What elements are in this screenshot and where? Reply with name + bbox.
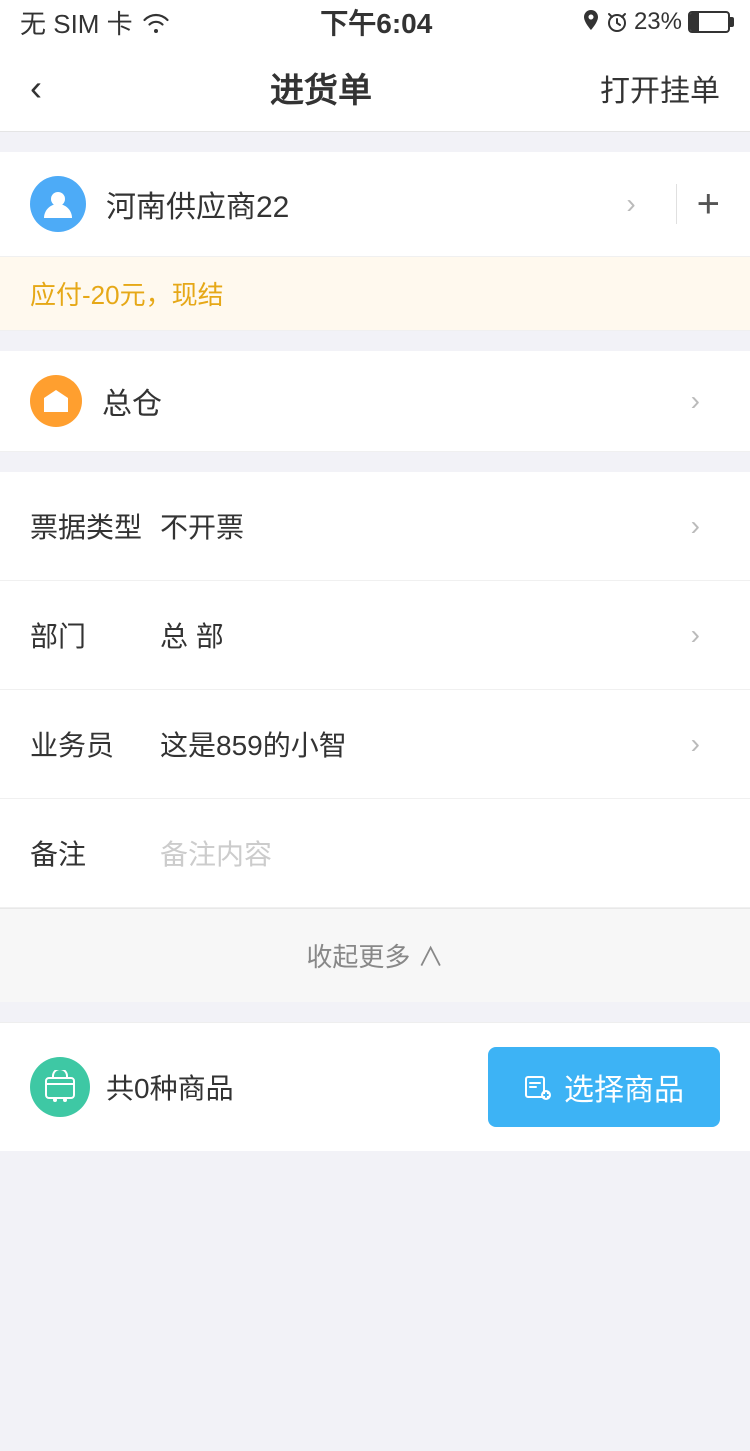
- supplier-section: 河南供应商22 › + 应付-20元，现结: [0, 152, 750, 331]
- supplier-avatar: [30, 176, 86, 232]
- status-right: 23%: [582, 8, 730, 36]
- person-icon: [40, 186, 76, 222]
- salesman-label: 业务员: [30, 724, 160, 764]
- carrier-label: 无 SIM 卡: [20, 4, 133, 41]
- back-button[interactable]: ‹: [30, 67, 42, 109]
- battery-percent: 23%: [634, 8, 682, 36]
- status-left: 无 SIM 卡: [20, 4, 171, 41]
- page-title: 进货单: [270, 63, 372, 112]
- invoice-type-row[interactable]: 票据类型 不开票 ›: [0, 472, 750, 581]
- cart-icon: [43, 1070, 77, 1104]
- invoice-type-label: 票据类型: [30, 506, 160, 546]
- warehouse-row[interactable]: 总仓 ›: [0, 351, 750, 452]
- salesman-chevron-icon: ›: [691, 728, 700, 760]
- remark-row[interactable]: 备注 备注内容: [0, 799, 750, 908]
- goods-info: 共0种商品: [30, 1057, 234, 1117]
- department-chevron-icon: ›: [691, 619, 700, 651]
- notice-banner: 应付-20元，现结: [0, 257, 750, 331]
- goods-count: 共0种商品: [106, 1067, 234, 1107]
- salesman-row[interactable]: 业务员 这是859的小智 ›: [0, 690, 750, 799]
- department-row[interactable]: 部门 总 部 ›: [0, 581, 750, 690]
- gap-1: [0, 331, 750, 351]
- remark-label: 备注: [30, 833, 160, 873]
- nav-bar: ‹ 进货单 打开挂单: [0, 44, 750, 132]
- bottom-bar: 共0种商品 选择商品: [0, 1022, 750, 1151]
- salesman-value: 这是859的小智: [160, 724, 691, 764]
- invoice-type-value: 不开票: [160, 506, 691, 546]
- battery-icon: [688, 11, 730, 33]
- warehouse-icon: [41, 386, 71, 416]
- status-bar: 无 SIM 卡 下午6:04 23%: [0, 0, 750, 44]
- select-goods-icon: [524, 1073, 552, 1101]
- select-goods-button[interactable]: 选择商品: [488, 1047, 720, 1127]
- remark-input[interactable]: 备注内容: [160, 833, 720, 873]
- status-time: 下午6:04: [320, 2, 432, 42]
- supplier-name: 河南供应商22: [106, 182, 626, 226]
- warehouse-chevron-icon: ›: [691, 385, 700, 417]
- top-gap: [0, 132, 750, 152]
- form-section: 票据类型 不开票 › 部门 总 部 › 业务员 这是859的小智 › 备注 备注…: [0, 472, 750, 1002]
- open-pending-button[interactable]: 打开挂单: [600, 66, 720, 110]
- warehouse-name: 总仓: [102, 379, 691, 423]
- location-icon: [582, 10, 600, 34]
- supplier-chevron-icon: ›: [626, 188, 635, 220]
- collapse-label: 收起更多 ∧: [306, 937, 443, 974]
- empty-area: [0, 1151, 750, 1451]
- department-value: 总 部: [160, 615, 691, 655]
- collapse-row[interactable]: 收起更多 ∧: [0, 908, 750, 1002]
- wifi-icon: [141, 11, 171, 33]
- supplier-row[interactable]: 河南供应商22 › +: [0, 152, 750, 257]
- warehouse-section: 总仓 ›: [0, 351, 750, 452]
- select-goods-label: 选择商品: [564, 1065, 684, 1109]
- department-label: 部门: [30, 615, 160, 655]
- alarm-icon: [606, 10, 628, 34]
- notice-text: 应付-20元，现结: [30, 280, 224, 310]
- add-supplier-button[interactable]: +: [697, 182, 720, 227]
- goods-icon-wrap: [30, 1057, 90, 1117]
- invoice-type-chevron-icon: ›: [691, 510, 700, 542]
- vertical-divider: [676, 184, 677, 224]
- warehouse-icon-wrap: [30, 375, 82, 427]
